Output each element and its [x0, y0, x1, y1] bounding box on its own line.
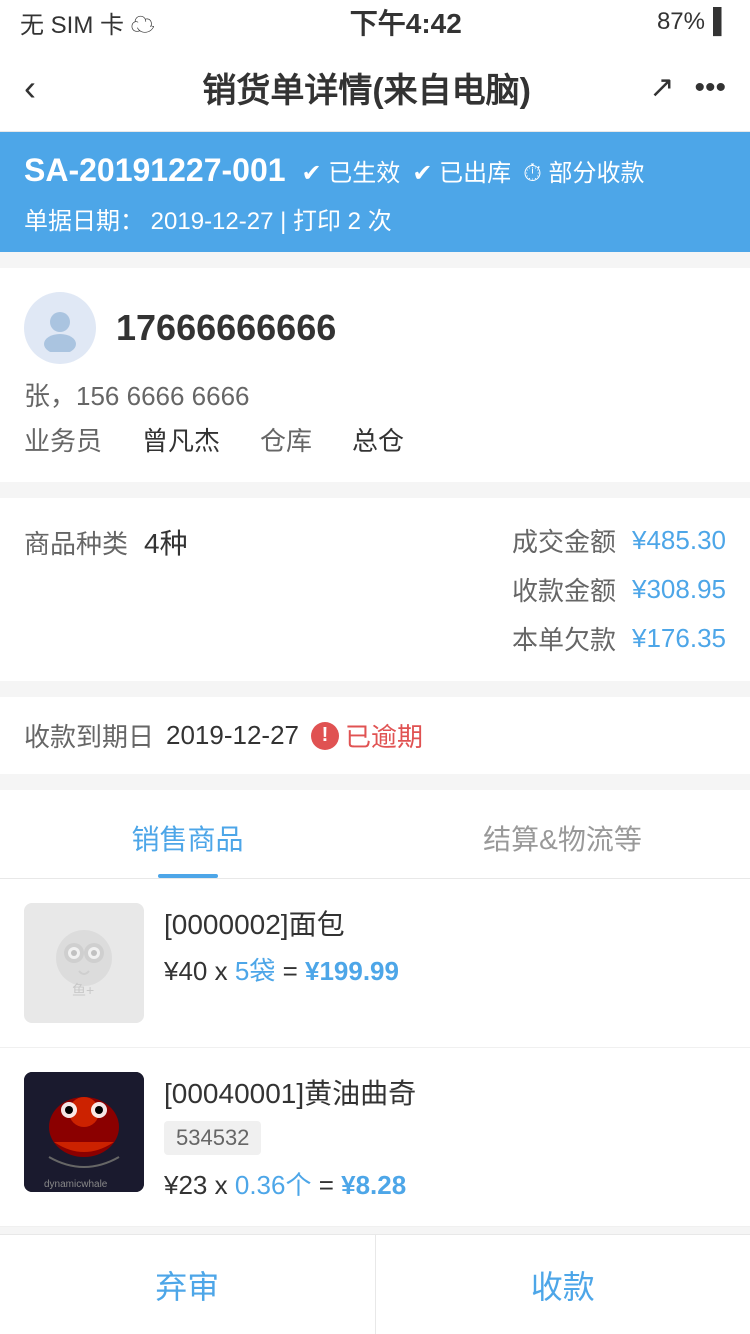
- product-total-2: ¥8.28: [341, 1170, 406, 1200]
- product-item-1: 鱼+ [0000002]面包 ¥40 x 5袋 = ¥199.99: [0, 879, 750, 1048]
- sim-label: 无 SIM 卡 ☁: [20, 5, 155, 40]
- warehouse-label: 仓库: [260, 421, 312, 458]
- product-thumb-1: 鱼+: [24, 903, 144, 1023]
- overdue-text: 已逾期: [345, 717, 423, 754]
- battery-label: 87%: [657, 8, 705, 36]
- product-total-1: ¥199.99: [305, 956, 399, 986]
- product-info-2: [00040001]黄油曲奇 534532 ¥23 x 0.36个 = ¥8.2…: [164, 1072, 726, 1202]
- product-qty-2: 0.36个: [235, 1170, 312, 1200]
- product-tag-2: 534532: [164, 1121, 261, 1155]
- badge-partial: ⏱ 部分收款: [523, 153, 644, 188]
- customer-section: 17666666666 张，156 6666 6666 业务员 曾凡杰 仓库 总…: [0, 268, 750, 482]
- svg-text:dynamicwhale: dynamicwhale: [44, 1179, 108, 1190]
- collect-button[interactable]: 收款: [376, 1235, 750, 1334]
- order-id: SA-20191227-001: [24, 152, 286, 189]
- tabs-section: 销售商品 结算&物流等: [0, 790, 750, 879]
- overdue-icon: !: [311, 722, 339, 750]
- product-thumb-2: dynamicwhale: [24, 1072, 144, 1192]
- transaction-value: ¥485.30: [632, 525, 726, 556]
- svg-text:鱼+: 鱼+: [72, 982, 94, 998]
- customer-info-row: 业务员 曾凡杰 仓库 总仓: [24, 421, 726, 458]
- product-price-1: ¥40 x 5袋 = ¥199.99: [164, 951, 726, 988]
- warehouse-value: 总仓: [352, 421, 404, 458]
- product-type-label: 商品种类: [24, 524, 128, 561]
- order-header: SA-20191227-001 ✔ 已生效 ✔ 已出库 ⏱ 部分收款 单据日期：…: [0, 132, 750, 252]
- status-left: 无 SIM 卡 ☁: [20, 5, 155, 40]
- salesperson-label: 业务员: [24, 421, 102, 458]
- tab-products[interactable]: 销售商品: [0, 790, 375, 878]
- product-qty-1: 5袋: [235, 956, 275, 986]
- product-price-2: ¥23 x 0.36个 = ¥8.28: [164, 1165, 726, 1202]
- transaction-label: 成交金额: [512, 522, 616, 559]
- more-icon[interactable]: •••: [694, 71, 726, 105]
- due-label: 收款到期日: [24, 717, 154, 754]
- product-type-value: 4种: [144, 522, 188, 562]
- salesperson-value: 曾凡杰: [142, 421, 220, 458]
- bottom-bar: 弃审 收款: [0, 1234, 750, 1334]
- nav-actions: ↗ •••: [649, 70, 726, 105]
- due-date: 2019-12-27: [166, 720, 299, 751]
- balance-label: 本单欠款: [512, 620, 616, 657]
- tab-settlement[interactable]: 结算&物流等: [375, 790, 750, 878]
- status-badges: ✔ 已生效 ✔ 已出库 ⏱ 部分收款: [302, 153, 645, 188]
- reject-button[interactable]: 弃审: [0, 1235, 376, 1334]
- status-time: 下午4:42: [350, 2, 462, 42]
- order-date: 单据日期： 2019-12-27 | 打印 2 次: [24, 201, 726, 236]
- customer-id: 17666666666: [116, 307, 336, 349]
- status-bar: 无 SIM 卡 ☁ 下午4:42 87% ▌: [0, 0, 750, 44]
- product-info-1: [0000002]面包 ¥40 x 5袋 = ¥199.99: [164, 903, 726, 988]
- badge-effective: ✔ 已生效: [302, 153, 401, 188]
- products-section: 鱼+ [0000002]面包 ¥40 x 5袋 = ¥199.99: [0, 879, 750, 1227]
- product-name-1: [0000002]面包: [164, 903, 726, 943]
- battery-icon: ▌: [713, 8, 730, 36]
- back-button[interactable]: ‹: [24, 67, 84, 109]
- product-item-2: dynamicwhale [00040001]黄油曲奇 534532 ¥23 x…: [0, 1048, 750, 1227]
- receipt-label: 收款金额: [512, 571, 616, 608]
- summary-section: 商品种类 4种 成交金额 ¥485.30 收款金额 ¥308.95 本单欠款 ¥…: [0, 498, 750, 681]
- status-right: 87% ▌: [657, 8, 730, 36]
- balance-value: ¥176.35: [632, 623, 726, 654]
- customer-detail: 张，156 6666 6666: [24, 376, 726, 413]
- badge-shipped: ✔ 已出库: [412, 153, 511, 188]
- nav-bar: ‹ 销货单详情(来自电脑) ↗ •••: [0, 44, 750, 132]
- receipt-value: ¥308.95: [632, 574, 726, 605]
- page-title: 销货单详情(来自电脑): [84, 63, 649, 112]
- due-section: 收款到期日 2019-12-27 ! 已逾期: [0, 697, 750, 774]
- product-name-2: [00040001]黄油曲奇: [164, 1072, 726, 1112]
- avatar: [24, 292, 96, 364]
- overdue-badge: ! 已逾期: [311, 717, 423, 754]
- share-icon[interactable]: ↗: [649, 70, 674, 105]
